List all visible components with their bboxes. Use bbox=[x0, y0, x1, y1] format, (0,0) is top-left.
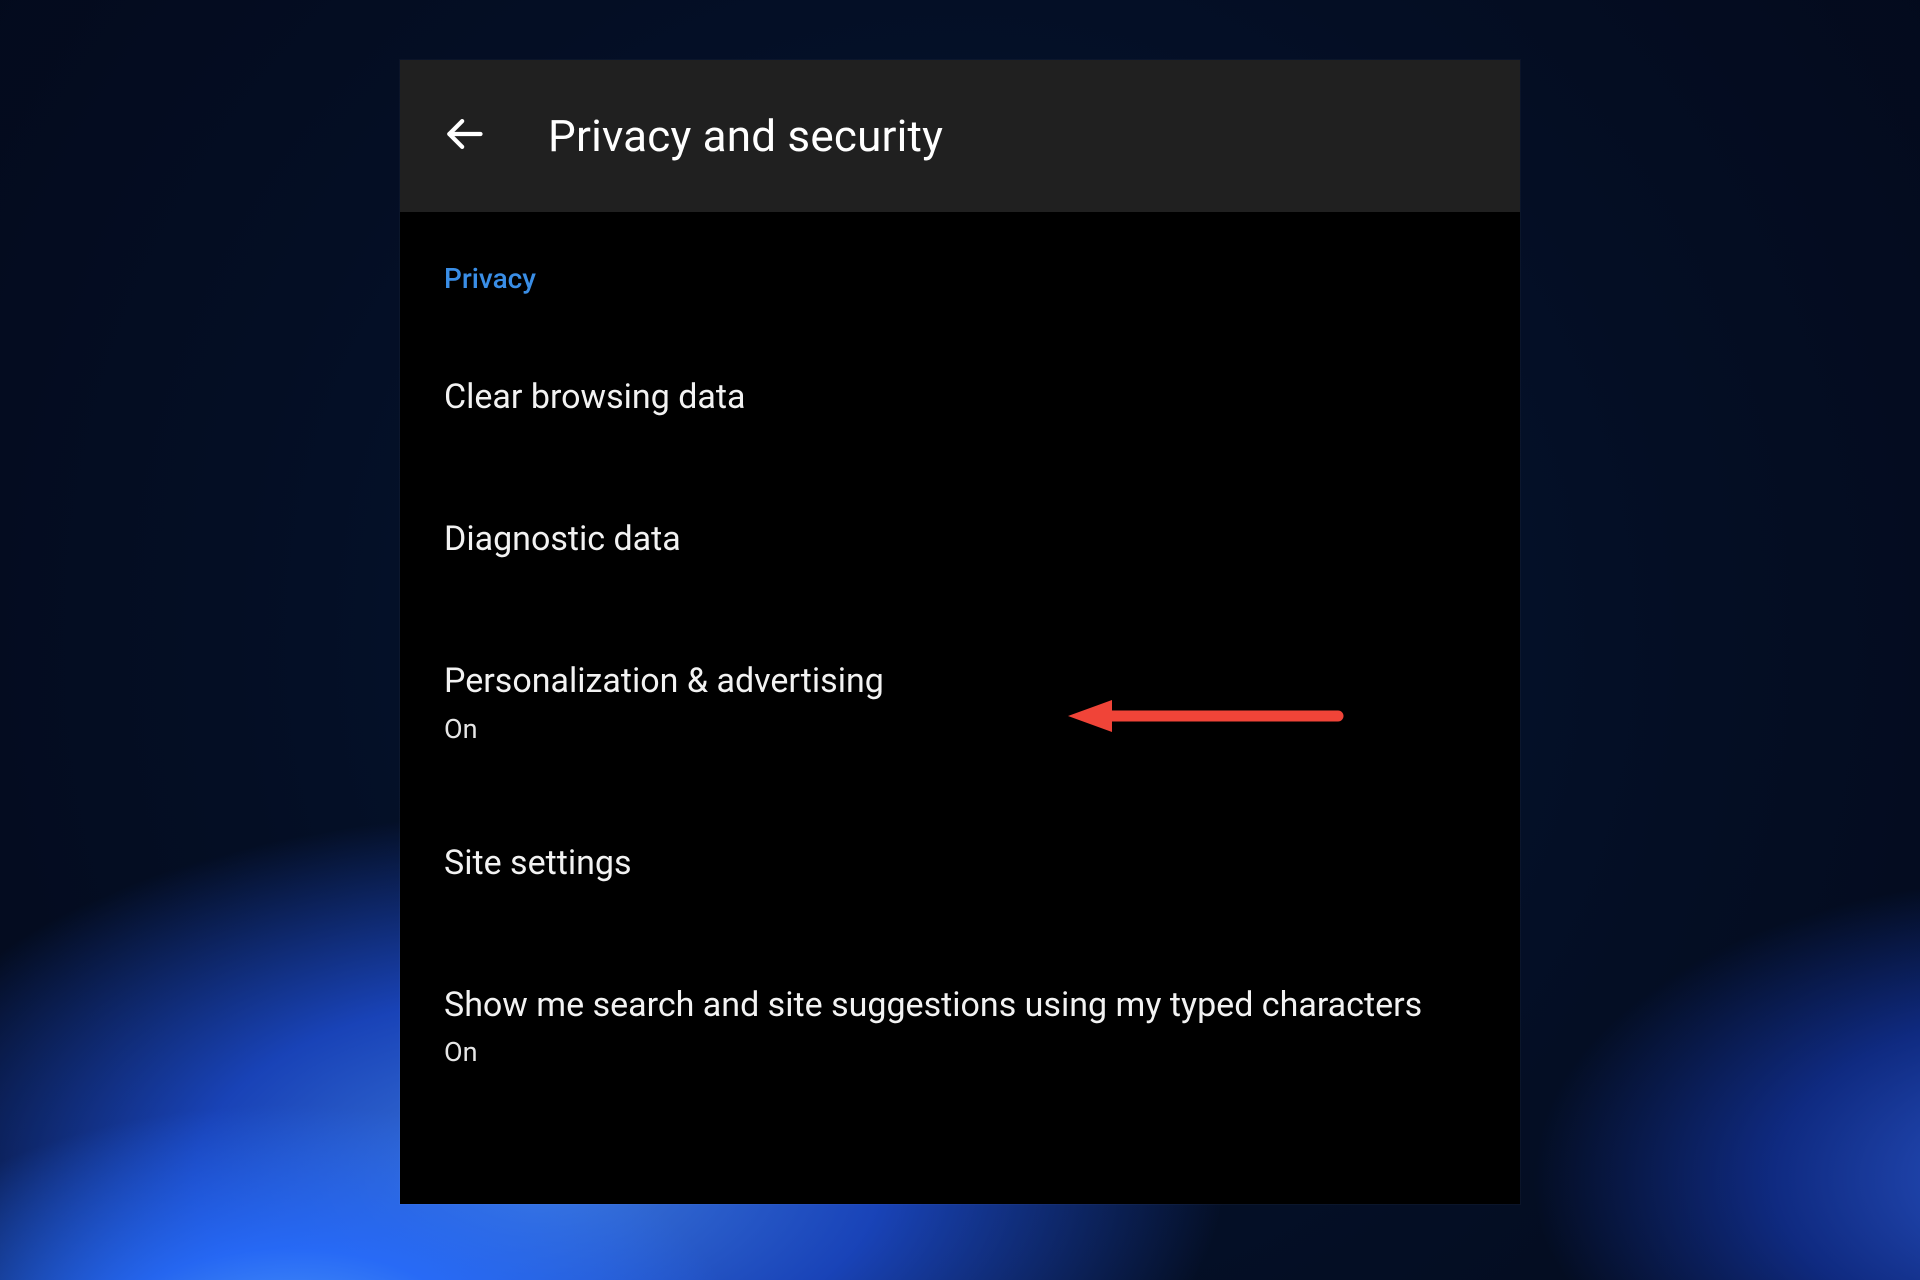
page-title: Privacy and security bbox=[548, 110, 943, 162]
setting-clear-browsing-data[interactable]: Clear browsing data bbox=[444, 375, 1476, 421]
panel-body: Privacy Clear browsing data Diagnostic d… bbox=[400, 212, 1520, 1204]
settings-panel: Privacy and security Privacy Clear brows… bbox=[400, 60, 1520, 1204]
arrow-left-icon bbox=[442, 112, 486, 160]
section-label-privacy: Privacy bbox=[444, 262, 1476, 295]
setting-personalization-advertising[interactable]: Personalization & advertising On bbox=[444, 659, 1476, 745]
setting-subtitle: On bbox=[444, 713, 1476, 745]
setting-title: Clear browsing data bbox=[444, 375, 1476, 421]
setting-site-settings[interactable]: Site settings bbox=[444, 841, 1476, 887]
desktop-wallpaper: Privacy and security Privacy Clear brows… bbox=[0, 0, 1920, 1280]
panel-header: Privacy and security bbox=[400, 60, 1520, 212]
setting-diagnostic-data[interactable]: Diagnostic data bbox=[444, 517, 1476, 563]
setting-title: Personalization & advertising bbox=[444, 659, 1476, 705]
back-button[interactable] bbox=[438, 110, 490, 162]
setting-subtitle: On bbox=[444, 1036, 1476, 1068]
setting-title: Diagnostic data bbox=[444, 517, 1476, 563]
setting-title: Show me search and site suggestions usin… bbox=[444, 983, 1476, 1029]
setting-title: Site settings bbox=[444, 841, 1476, 887]
setting-search-suggestions[interactable]: Show me search and site suggestions usin… bbox=[444, 983, 1476, 1069]
